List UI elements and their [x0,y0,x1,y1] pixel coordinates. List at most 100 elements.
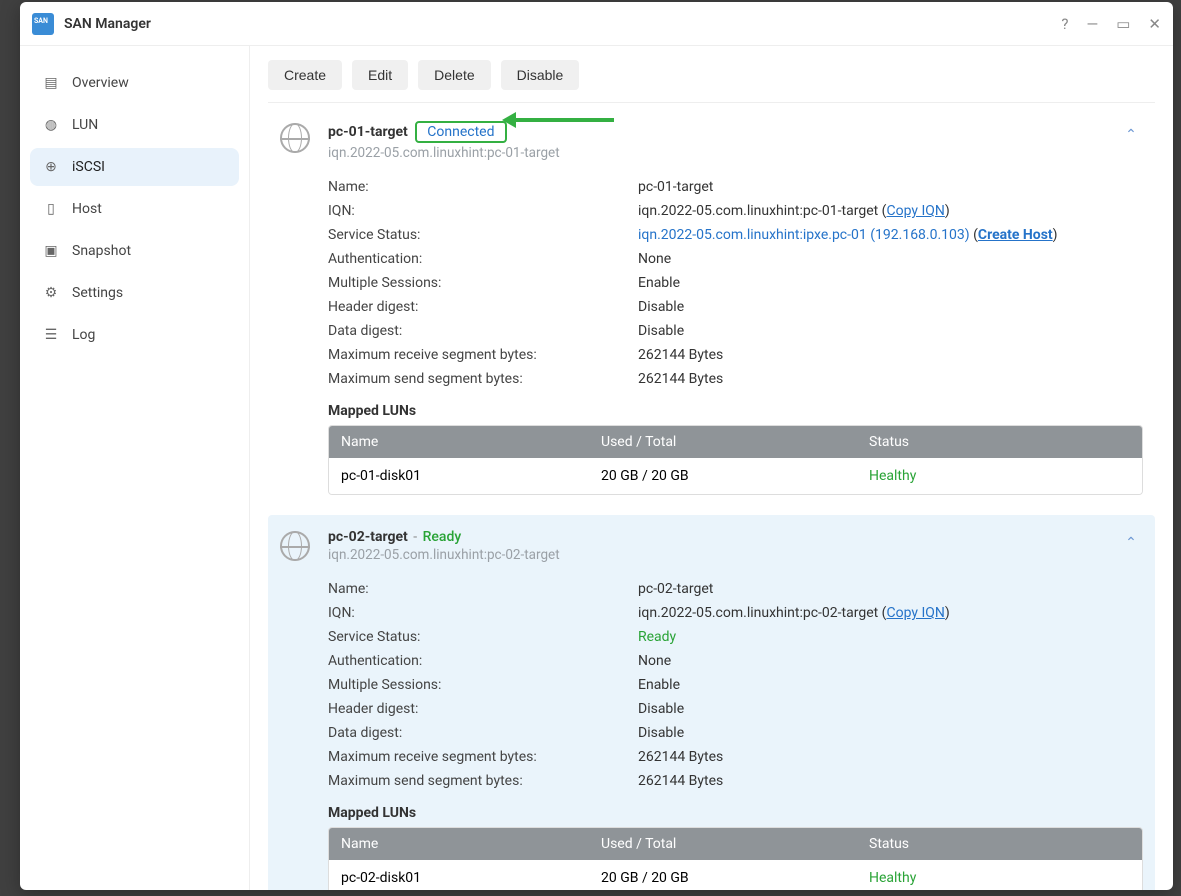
label-sessions: Multiple Sessions: [328,275,638,291]
label-iqn: IQN: [328,203,638,219]
dashboard-icon: ▤ [42,74,60,92]
label-iqn: IQN: [328,605,638,621]
label-data-digest: Data digest: [328,725,638,741]
value-data-digest: Disable [638,725,1143,741]
label-header-digest: Header digest: [328,299,638,315]
label-auth: Authentication: [328,653,638,669]
value-data-digest: Disable [638,323,1143,339]
sidebar-item-label: Log [72,327,95,343]
host-icon: ▯ [42,200,60,218]
target-iqn-sub: iqn.2022-05.com.linuxhint:pc-02-target [328,547,1119,563]
value-auth: None [638,653,1143,669]
label-max-send: Maximum send segment bytes: [328,371,638,387]
copy-iqn-link[interactable]: Copy IQN [886,605,944,621]
sidebar-item-label: Host [72,201,102,217]
value-auth: None [638,251,1143,267]
value-iqn: iqn.2022-05.com.linuxhint:pc-01-target [638,203,878,219]
app-title: SAN Manager [64,16,1061,32]
disable-button[interactable]: Disable [501,60,580,90]
sidebar-item-host[interactable]: ▯ Host [30,190,239,228]
service-ip: (192.168.0.103) [870,227,969,243]
col-status: Status [869,836,1130,852]
help-icon[interactable]: ? [1061,15,1068,33]
col-status: Status [869,434,1130,450]
sidebar-item-label: LUN [72,117,98,133]
label-service: Service Status: [328,629,638,645]
disk-icon: ◍ [42,116,60,134]
target-iqn-sub: iqn.2022-05.com.linuxhint:pc-01-target [328,145,1119,161]
sidebar-item-iscsi[interactable]: ⊕ iSCSI [30,148,239,186]
label-max-send: Maximum send segment bytes: [328,773,638,789]
label-name: Name: [328,179,638,195]
table-row[interactable]: pc-02-disk01 20 GB / 20 GB Healthy [329,860,1142,890]
create-host-link[interactable]: Create Host [978,227,1053,243]
value-name: pc-01-target [638,179,1143,195]
sidebar-item-lun[interactable]: ◍ LUN [30,106,239,144]
sidebar-item-settings[interactable]: ⚙ Settings [30,274,239,312]
lun-status: Healthy [869,870,1130,886]
close-icon[interactable]: ✕ [1148,15,1161,33]
app-icon [32,13,54,35]
value-max-recv: 262144 Bytes [638,749,1143,765]
sidebar-item-snapshot[interactable]: ▣ Snapshot [30,232,239,270]
sidebar-item-label: Settings [72,285,123,301]
sidebar-item-overview[interactable]: ▤ Overview [30,64,239,102]
label-auth: Authentication: [328,251,638,267]
sidebar: ▤ Overview ◍ LUN ⊕ iSCSI ▯ Host ▣ Snapsh… [20,46,250,890]
col-name: Name [341,836,601,852]
value-sessions: Enable [638,677,1143,693]
status-badge: Connected [415,121,506,143]
globe-icon [280,123,310,153]
list-icon: ☰ [42,326,60,344]
sidebar-item-label: Overview [72,75,129,91]
value-service: Ready [638,629,1143,645]
minimize-icon[interactable]: — [1087,15,1099,33]
status-badge: Ready [423,529,462,545]
table-row[interactable]: pc-01-disk01 20 GB / 20 GB Healthy [329,458,1142,494]
col-used: Used / Total [601,434,869,450]
value-name: pc-02-target [638,581,1143,597]
target-panel: pc-02-target - Ready iqn.2022-05.com.lin… [268,515,1155,890]
target-panel: pc-01-target Connected iqn.2022-05.com.l… [268,107,1155,511]
value-max-send: 262144 Bytes [638,371,1143,387]
target-name: pc-02-target [328,529,408,545]
delete-button[interactable]: Delete [418,60,490,90]
sidebar-item-label: Snapshot [72,243,131,259]
value-header-digest: Disable [638,701,1143,717]
create-button[interactable]: Create [268,60,342,90]
label-max-recv: Maximum receive segment bytes: [328,347,638,363]
value-max-recv: 262144 Bytes [638,347,1143,363]
maximize-icon[interactable]: ▭ [1116,15,1130,33]
lun-name: pc-01-disk01 [341,468,601,484]
mapped-luns-heading: Mapped LUNs [328,403,1143,419]
lun-status: Healthy [869,468,1130,484]
edit-button[interactable]: Edit [352,60,408,90]
sidebar-item-label: iSCSI [72,159,105,175]
value-header-digest: Disable [638,299,1143,315]
camera-icon: ▣ [42,242,60,260]
value-max-send: 262144 Bytes [638,773,1143,789]
collapse-toggle[interactable]: ⌃ [1119,535,1143,551]
label-max-recv: Maximum receive segment bytes: [328,749,638,765]
value-iqn: iqn.2022-05.com.linuxhint:pc-02-target [638,605,878,621]
sidebar-item-log[interactable]: ☰ Log [30,316,239,354]
mapped-luns-heading: Mapped LUNs [328,805,1143,821]
label-name: Name: [328,581,638,597]
service-host: iqn.2022-05.com.linuxhint:ipxe.pc-01 [638,227,867,243]
lun-name: pc-02-disk01 [341,870,601,886]
col-name: Name [341,434,601,450]
value-sessions: Enable [638,275,1143,291]
label-header-digest: Header digest: [328,701,638,717]
copy-iqn-link[interactable]: Copy IQN [886,203,944,219]
collapse-toggle[interactable]: ⌃ [1119,127,1143,143]
globe-icon [280,531,310,561]
lun-table: Name Used / Total Status pc-01-disk01 20… [328,425,1143,495]
label-sessions: Multiple Sessions: [328,677,638,693]
label-data-digest: Data digest: [328,323,638,339]
target-name: pc-01-target [328,124,408,140]
gear-icon: ⚙ [42,284,60,302]
lun-used: 20 GB / 20 GB [601,870,869,886]
globe-icon: ⊕ [42,158,60,176]
lun-used: 20 GB / 20 GB [601,468,869,484]
col-used: Used / Total [601,836,869,852]
